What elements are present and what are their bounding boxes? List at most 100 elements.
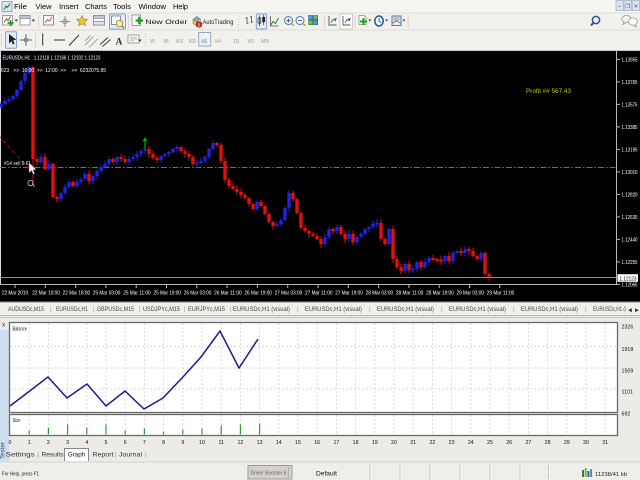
svg-text:29 Mar 11:00: 29 Mar 11:00 <box>487 291 515 297</box>
svg-text:#14 sell 0.61: #14 sell 0.61 <box>4 161 31 167</box>
svg-text:26 Mar 03:00: 26 Mar 03:00 <box>184 291 212 297</box>
svg-text:1.12820: 1.12820 <box>622 193 638 199</box>
svg-text:Balance: Balance <box>13 327 28 333</box>
svg-text:692: 692 <box>622 412 631 418</box>
svg-text:AutoTrading: AutoTrading <box>203 19 234 26</box>
svg-text:Tools: Tools <box>113 4 132 11</box>
svg-text:22: 22 <box>429 440 435 446</box>
svg-text:1.13765: 1.13765 <box>622 80 638 86</box>
svg-text:H4: H4 <box>215 39 221 45</box>
svg-text:✕: ✕ <box>634 4 639 10</box>
svg-text:25 Mar 03:00: 25 Mar 03:00 <box>93 291 121 297</box>
svg-text:Default: Default <box>316 472 337 478</box>
svg-text:1.12440: 1.12440 <box>622 238 638 244</box>
svg-text:Report: Report <box>93 452 114 459</box>
svg-text:Results: Results <box>42 452 64 459</box>
svg-text:623 >> 16:00 >> 12:00 >>: 623 >> 16:00 >> 12:00 >> >> 6232075.95 <box>1 68 106 74</box>
svg-text:EURUSDc,H1 (visual): EURUSDc,H1 (visual) <box>377 307 434 313</box>
svg-text:Size: Size <box>13 418 21 424</box>
svg-text:EURJPYc,M15: EURJPYc,M15 <box>188 307 226 313</box>
svg-text:12: 12 <box>237 440 243 446</box>
svg-text:H1: H1 <box>202 39 208 45</box>
svg-text:A: A <box>116 38 123 48</box>
svg-text:26: 26 <box>506 440 512 446</box>
svg-text:1918: 1918 <box>622 347 634 353</box>
svg-text:16: 16 <box>314 440 320 446</box>
svg-text:1.13010: 1.13010 <box>622 170 638 176</box>
svg-text:1: 1 <box>28 440 31 446</box>
svg-text:22 Mar 2019: 22 Mar 2019 <box>2 291 28 297</box>
svg-text:28: 28 <box>545 440 551 446</box>
svg-text:EURUSDc,H1 (visual): EURUSDc,H1 (visual) <box>521 307 578 313</box>
svg-text:▶: ▶ <box>635 308 639 314</box>
svg-text:File: File <box>14 4 27 11</box>
svg-text:13: 13 <box>257 440 263 446</box>
svg-text:30: 30 <box>583 440 589 446</box>
svg-text:7: 7 <box>143 440 146 446</box>
svg-text:AUDUSDc,M15: AUDUSDc,M15 <box>8 307 45 313</box>
svg-text:14: 14 <box>276 440 282 446</box>
svg-text:26 Mar 19:00: 26 Mar 19:00 <box>244 291 272 297</box>
svg-text:28 Mar 03:00: 28 Mar 03:00 <box>366 291 394 297</box>
svg-text:EURUSDc,H1 (visual): EURUSDc,H1 (visual) <box>305 307 362 313</box>
svg-text:◀: ◀ <box>628 308 632 314</box>
svg-text:1.13955: 1.13955 <box>622 58 638 64</box>
svg-text:25 Mar 11:00: 25 Mar 11:00 <box>123 291 151 297</box>
svg-text:EURUSDc,H1 1.12118 1.12166 1: EURUSDc,H1 1.12118 1.12166 1.12102 1.121… <box>3 55 101 61</box>
svg-text:2: 2 <box>47 440 50 446</box>
svg-text:5: 5 <box>105 440 108 446</box>
svg-text:USDJPYc,M15: USDJPYc,M15 <box>143 307 181 313</box>
svg-text:24: 24 <box>468 440 474 446</box>
svg-text:1101: 1101 <box>622 390 633 396</box>
svg-text:W1: W1 <box>248 39 255 45</box>
svg-text:25: 25 <box>487 440 493 446</box>
svg-text:9: 9 <box>181 440 184 446</box>
svg-text:27: 27 <box>525 440 531 446</box>
svg-text:17: 17 <box>333 440 339 446</box>
svg-text:6: 6 <box>124 440 127 446</box>
svg-text:28 Mar 11:00: 28 Mar 11:00 <box>396 291 424 297</box>
svg-text:31: 31 <box>602 440 608 446</box>
svg-text:8: 8 <box>162 440 165 446</box>
svg-text:1.12630: 1.12630 <box>622 215 638 221</box>
svg-text:20: 20 <box>391 440 397 446</box>
svg-text:3: 3 <box>66 440 69 446</box>
svg-text:1.13195: 1.13195 <box>622 148 638 154</box>
svg-text:22 Mar 10:00: 22 Mar 10:00 <box>32 291 60 297</box>
svg-text:0: 0 <box>9 440 12 446</box>
svg-text:27 Mar 11:00: 27 Mar 11:00 <box>305 291 333 297</box>
svg-text:EURUSDc,H1: EURUSDc,H1 <box>56 307 89 313</box>
svg-text:29 Mar 03:00: 29 Mar 03:00 <box>457 291 485 297</box>
svg-text:View: View <box>36 4 53 11</box>
svg-text:1.13575: 1.13575 <box>622 103 638 109</box>
svg-text:18: 18 <box>353 440 359 446</box>
svg-text:Journal: Journal <box>119 452 142 459</box>
svg-text:Graph: Graph <box>68 452 86 459</box>
svg-text:Insert: Insert <box>59 4 79 11</box>
svg-text:EURUSDc,H1 (visual): EURUSDc,H1 (visual) <box>233 307 290 313</box>
svg-text:Help: Help <box>173 4 188 11</box>
svg-text:Driver Booster 6: Driver Booster 6 <box>251 471 287 477</box>
svg-text:2326: 2326 <box>622 325 634 331</box>
svg-text:27 Mar 03:00: 27 Mar 03:00 <box>275 291 303 297</box>
svg-text:25 Mar 19:00: 25 Mar 19:00 <box>154 291 182 297</box>
svg-text:11: 11 <box>218 440 224 446</box>
svg-text:EURUSDc,H1 (visual): EURUSDc,H1 (visual) <box>449 307 506 313</box>
svg-text:MN: MN <box>261 39 269 45</box>
svg-text:M15: M15 <box>176 39 183 45</box>
svg-text:10: 10 <box>199 440 205 446</box>
svg-text:M1: M1 <box>150 39 155 45</box>
svg-text:19: 19 <box>372 440 378 446</box>
svg-text:1509: 1509 <box>622 369 634 375</box>
svg-text:D1: D1 <box>234 39 240 45</box>
svg-text:Profit ## 567.43: Profit ## 567.43 <box>526 88 571 95</box>
svg-text:Settings: Settings <box>6 452 35 459</box>
svg-text:1.12123: 1.12123 <box>620 276 637 282</box>
svg-text:29: 29 <box>564 440 570 446</box>
svg-text:21: 21 <box>410 440 416 446</box>
svg-text:Window: Window <box>139 4 168 11</box>
svg-text:28 Mar 19:00: 28 Mar 19:00 <box>426 291 454 297</box>
svg-text:15: 15 <box>295 440 301 446</box>
svg-text:For Help, press F1: For Help, press F1 <box>2 472 39 478</box>
svg-text:22 Mar 18:00: 22 Mar 18:00 <box>63 291 91 297</box>
